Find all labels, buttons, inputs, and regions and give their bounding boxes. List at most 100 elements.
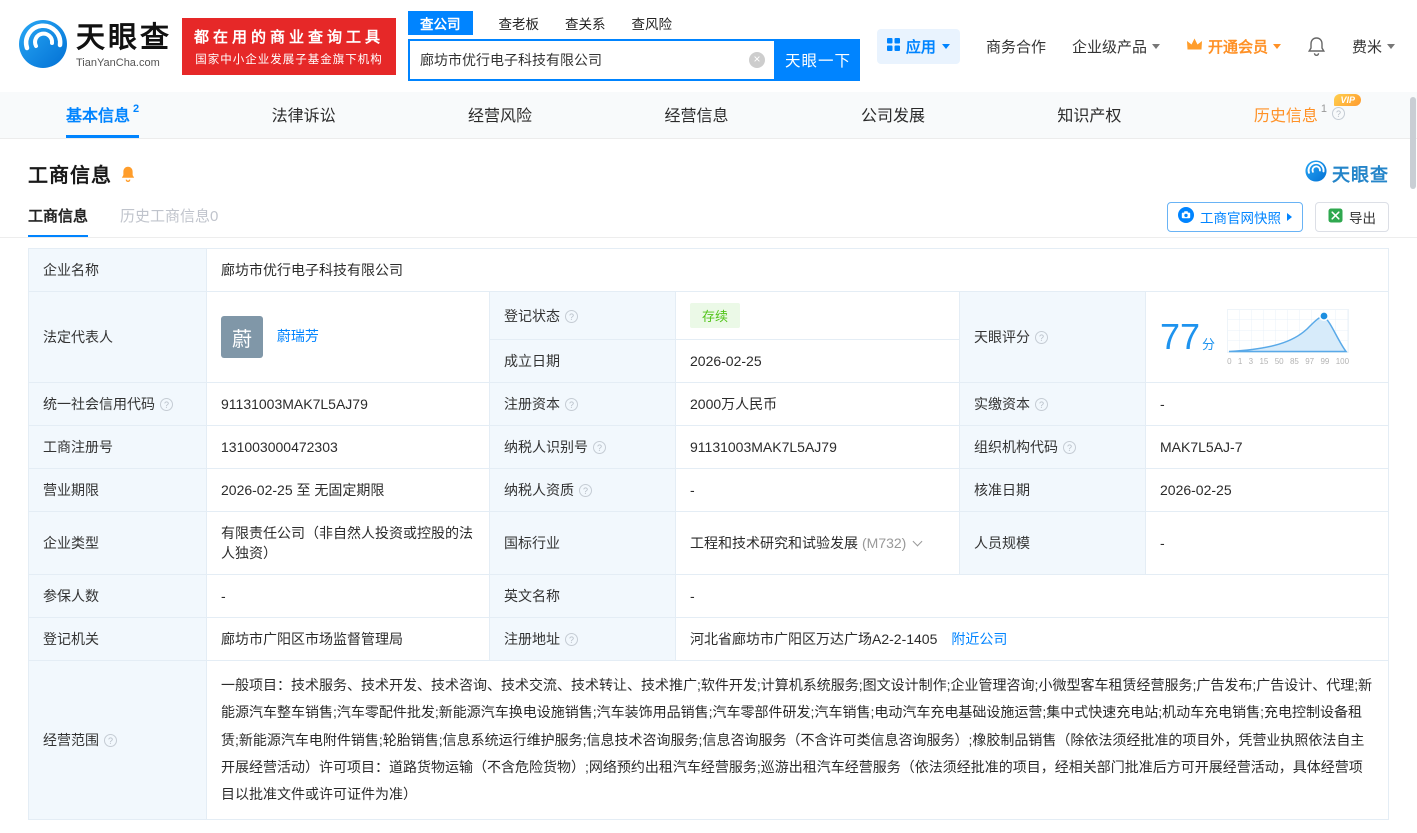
nearby-companies-link[interactable]: 附近公司 — [951, 631, 1007, 647]
search-input-container — [408, 39, 777, 81]
notification-bell-icon[interactable] — [1307, 36, 1326, 56]
label-registration-number: 工商注册号 — [28, 425, 207, 469]
tab-operating-risk[interactable]: 经营风险 — [468, 92, 532, 138]
search-area: 查公司 查老板 查关系 查风险 天眼一下 — [408, 11, 861, 81]
legal-rep-avatar[interactable]: 蔚 — [221, 316, 263, 358]
tab-label: 基本信息 — [66, 107, 131, 125]
label-registration-authority: 登记机关 — [28, 617, 207, 661]
tab-label: 历史信息 — [1253, 107, 1318, 125]
business-cooperation-link[interactable]: 商务合作 — [986, 36, 1046, 57]
label-industry: 国标行业 — [489, 511, 676, 575]
tab-label: 经营信息 — [664, 107, 729, 125]
tab-operating-info[interactable]: 经营信息 — [664, 92, 728, 138]
value-registration-authority: 廊坊市广阳区市场监督管理局 — [206, 617, 490, 661]
label-company-name: 企业名称 — [28, 248, 207, 292]
value-legal-representative: 蔚 蔚瑞芳 — [206, 291, 490, 383]
tab-search-relation[interactable]: 查关系 — [565, 13, 606, 33]
top-menu: 应用 商务合作 企业级产品 开通会员 费米 — [876, 28, 1417, 64]
question-icon[interactable] — [1331, 107, 1345, 120]
arrow-right-icon — [1287, 212, 1292, 221]
value-establish-date: 2026-02-25 — [675, 339, 960, 383]
score-marker-icon — [1319, 310, 1330, 321]
question-icon[interactable] — [565, 398, 578, 411]
enterprise-products-label: 企业级产品 — [1071, 38, 1147, 56]
apps-grid-icon — [886, 37, 900, 55]
label-taxpayer-quality: 纳税人资质 — [489, 468, 676, 512]
vip-upgrade-link[interactable]: 开通会员 — [1186, 36, 1281, 57]
tab-search-risk[interactable]: 查风险 — [632, 13, 673, 33]
vip-badge: VIP — [1334, 94, 1361, 106]
question-icon[interactable] — [160, 398, 173, 411]
search-input[interactable] — [410, 52, 775, 68]
table-row: 经营范围 一般项目：技术服务、技术开发、技术咨询、技术交流、技术转让、技术推广;… — [28, 659, 1389, 821]
scrollbar[interactable] — [1410, 97, 1416, 189]
camera-icon — [1178, 207, 1194, 226]
tab-legal-proceedings[interactable]: 法律诉讼 — [272, 92, 336, 138]
watermark-text: 天眼查 — [1332, 164, 1389, 185]
table-row: 统一社会信用代码 91131003MAK7L5AJ79 注册资本 2000万人民… — [28, 382, 1389, 426]
tab-search-company[interactable]: 查公司 — [408, 11, 473, 35]
question-icon[interactable] — [565, 633, 578, 646]
question-icon[interactable] — [104, 734, 117, 748]
tab-intellectual-property[interactable]: 知识产权 — [1057, 92, 1121, 138]
tianyancha-logo[interactable]: 天眼查 TianYanCha.com — [18, 19, 172, 74]
tab-history-info[interactable]: VIP 历史信息 1 — [1253, 92, 1361, 138]
tab-badge: 1 — [1320, 102, 1327, 115]
status-badge: 存续 — [690, 303, 741, 328]
subtab-history-business-info[interactable]: 历史工商信息0 — [120, 196, 218, 237]
official-snapshot-button[interactable]: 工商官网快照 — [1167, 201, 1303, 232]
export-button[interactable]: 导出 — [1315, 201, 1389, 232]
value-company-type: 有限责任公司（非自然人投资或控股的法人独资） — [206, 511, 490, 575]
label-org-code: 组织机构代码 — [959, 425, 1146, 469]
label-registered-capital: 注册资本 — [489, 382, 676, 426]
label-english-name: 英文名称 — [489, 574, 676, 618]
value-registered-capital: 2000万人民币 — [675, 382, 960, 426]
apps-menu[interactable]: 应用 — [876, 28, 960, 64]
user-menu[interactable]: 费米 — [1352, 36, 1395, 57]
value-registration-number: 131003000472303 — [206, 425, 490, 469]
tab-label: 公司发展 — [860, 107, 925, 125]
label-company-type: 企业类型 — [28, 511, 207, 575]
legal-rep-link[interactable]: 蔚瑞芳 — [277, 328, 319, 344]
value-company-name: 廊坊市优行电子科技有限公司 — [206, 248, 1389, 292]
tab-basic-info[interactable]: 基本信息 2 — [66, 92, 140, 138]
chevron-down-icon[interactable] — [912, 536, 923, 547]
apps-label: 应用 — [905, 38, 936, 56]
subscribe-bell-icon[interactable] — [120, 165, 136, 182]
tab-company-development[interactable]: 公司发展 — [861, 92, 925, 138]
label-staff-size: 人员规模 — [959, 511, 1146, 575]
value-taxpayer-id: 91131003MAK7L5AJ79 — [675, 425, 960, 469]
enterprise-products-menu[interactable]: 企业级产品 — [1072, 36, 1160, 57]
value-business-scope: 一般项目：技术服务、技术开发、技术咨询、技术交流、技术转让、技术推广;软件开发;… — [206, 659, 1389, 821]
search-tabs: 查公司 查老板 查关系 查风险 — [408, 11, 860, 35]
question-icon[interactable] — [565, 309, 578, 323]
label-insured-count: 参保人数 — [28, 574, 207, 618]
table-row: 工商注册号 131003000472303 纳税人识别号 91131003MAK… — [28, 425, 1389, 469]
brand-domain: TianYanCha.com — [76, 56, 160, 69]
value-taxpayer-quality: - — [675, 468, 960, 512]
question-icon[interactable] — [579, 484, 592, 497]
question-icon[interactable] — [1063, 441, 1076, 454]
value-industry: 工程和技术研究和试验发展 (M732) — [675, 511, 960, 575]
vip-label: 开通会员 — [1207, 38, 1268, 56]
question-icon[interactable] — [1035, 331, 1048, 344]
question-icon[interactable] — [1035, 398, 1048, 411]
table-row: 营业期限 2026-02-25 至 无固定期限 纳税人资质 - 核准日期 202… — [28, 468, 1389, 512]
slogan-line1: 都在用的商业查询工具 — [194, 28, 385, 46]
label-business-scope: 经营范围 — [28, 659, 207, 821]
tianyancha-logo-icon — [1305, 160, 1327, 187]
search-button[interactable]: 天眼一下 — [776, 39, 861, 81]
export-excel-icon — [1328, 208, 1343, 226]
subtab-row: 工商信息 历史工商信息0 工商官网快照 导出 — [0, 196, 1417, 238]
label-paid-capital: 实缴资本 — [959, 382, 1146, 426]
tab-search-boss[interactable]: 查老板 — [499, 13, 540, 33]
brand-slogan: 都在用的商业查询工具 国家中小企业发展子基金旗下机构 — [182, 17, 397, 75]
label-establish-date: 成立日期 — [489, 339, 676, 383]
snapshot-label: 工商官网快照 — [1200, 210, 1281, 226]
value-insured-count: - — [206, 574, 490, 618]
subtab-business-info[interactable]: 工商信息 — [28, 196, 89, 237]
section-header: 工商信息 天眼查 — [0, 139, 1417, 196]
question-icon[interactable] — [593, 441, 606, 454]
clear-search-icon[interactable] — [749, 52, 766, 68]
tianyan-score-widget[interactable]: 77 分 0 1 3 15 50 85 97 99 100 — [1160, 308, 1374, 366]
